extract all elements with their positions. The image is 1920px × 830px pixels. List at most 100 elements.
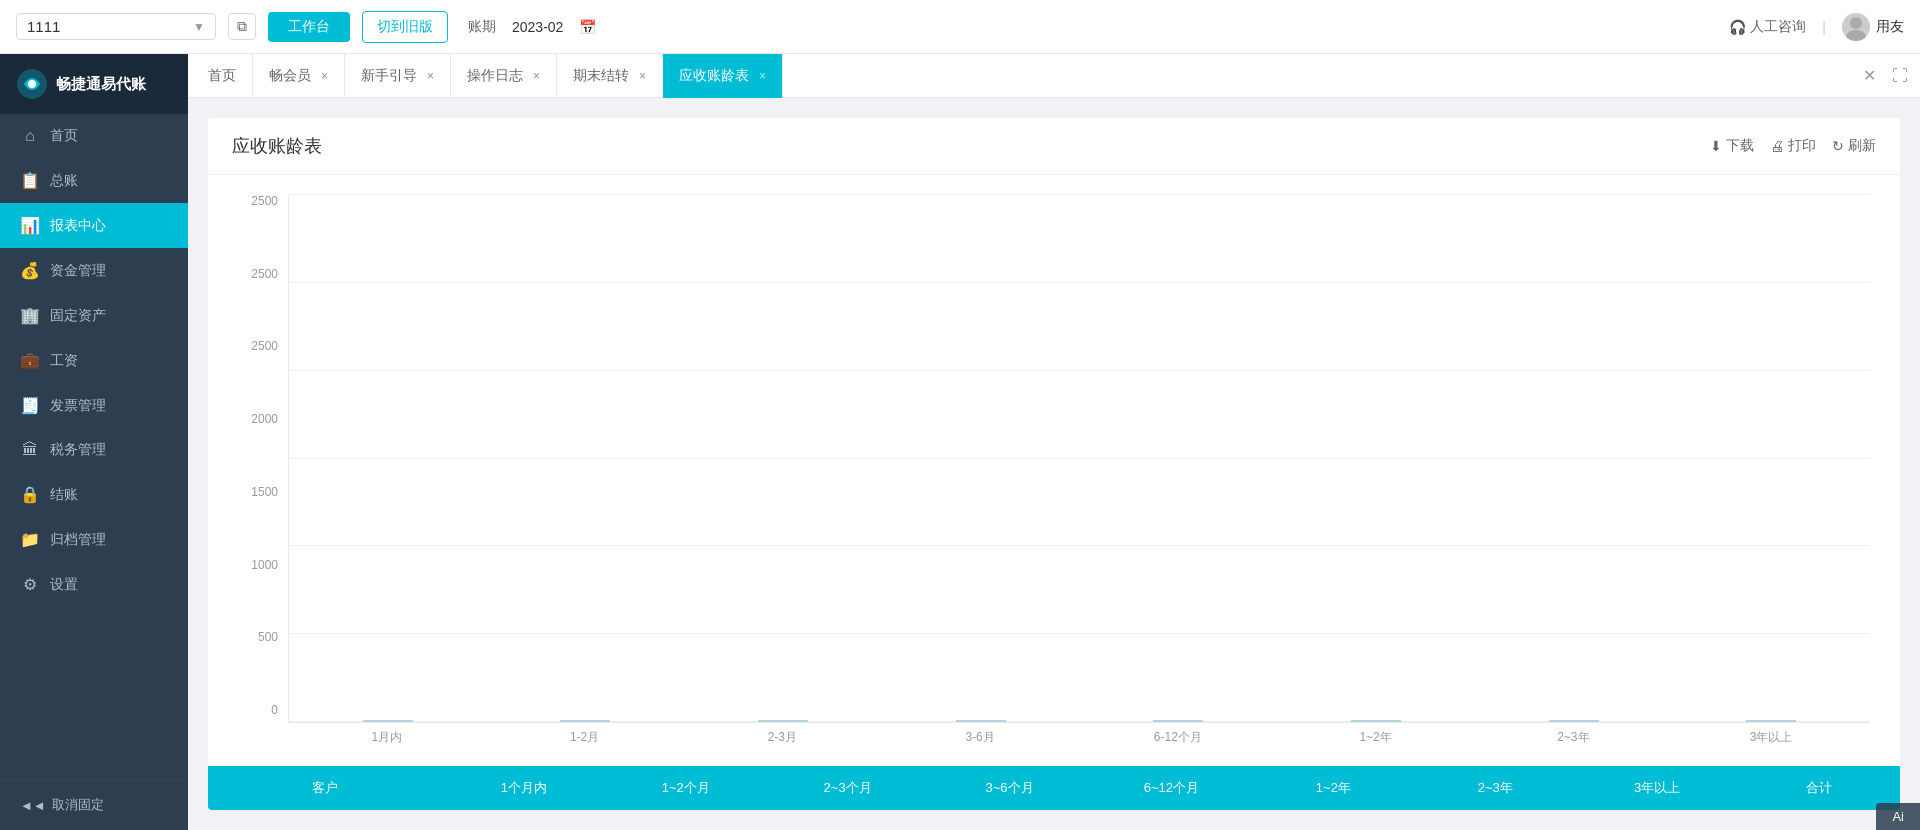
print-button[interactable]: 🖨 打印: [1770, 137, 1816, 155]
tab-close-icon[interactable]: ×: [427, 69, 434, 83]
refresh-button[interactable]: ↻ 刷新: [1832, 137, 1876, 155]
bar: [758, 720, 808, 722]
ledger-icon: 📋: [20, 171, 40, 190]
sidebar-item-funds[interactable]: 💰 资金管理: [0, 248, 188, 293]
main-content: 首页畅会员×新手引导×操作日志×期末结转×应收账龄表× ✕ ⛶ 应收账龄表 ⬇ …: [188, 54, 1920, 830]
download-button[interactable]: ⬇ 下载: [1710, 137, 1754, 155]
grid-line: [289, 282, 1870, 283]
tab-member[interactable]: 畅会员 ×: [253, 54, 345, 98]
sidebar-item-label: 税务管理: [50, 441, 106, 459]
company-selector[interactable]: 1111 ▼: [16, 13, 216, 40]
download-label: 下载: [1726, 137, 1754, 155]
y-label: 1500: [251, 486, 278, 498]
tab-close-icon[interactable]: ×: [533, 69, 540, 83]
user-info[interactable]: 用友: [1842, 13, 1904, 41]
bar: [363, 720, 413, 722]
sidebar-item-label: 首页: [50, 127, 78, 145]
bar: [560, 720, 610, 722]
sidebar-item-tax[interactable]: 🏛 税务管理: [0, 428, 188, 472]
maximize-icon[interactable]: ⛶: [1888, 63, 1912, 89]
bar-group: [1080, 720, 1278, 722]
period-label: 账期: [468, 18, 496, 36]
sidebar-item-archive[interactable]: 📁 归档管理: [0, 517, 188, 562]
x-label: 3年以上: [1672, 729, 1870, 746]
tab-label: 期末结转: [573, 67, 629, 85]
payroll-icon: 💼: [20, 351, 40, 370]
tab-label: 畅会员: [269, 67, 311, 85]
sidebar-item-assets[interactable]: 🏢 固定资产: [0, 293, 188, 338]
print-icon: 🖨: [1770, 138, 1784, 154]
cancel-fixed-icon: ◄◄: [20, 798, 46, 813]
grid-line: [289, 633, 1870, 634]
bar-group: [1277, 720, 1475, 722]
tab-home[interactable]: 首页: [188, 54, 253, 98]
tab-guide[interactable]: 新手引导 ×: [345, 54, 451, 98]
table-column-header: 2~3年: [1414, 779, 1576, 797]
sidebar-item-close[interactable]: 🔒 结账: [0, 472, 188, 517]
tabs-bar: 首页畅会员×新手引导×操作日志×期末结转×应收账龄表× ✕ ⛶: [188, 54, 1920, 98]
tab-label: 新手引导: [361, 67, 417, 85]
ai-badge: Ai: [1876, 803, 1920, 830]
sidebar-footer: ◄◄ 取消固定: [0, 779, 188, 830]
header-right: 🎧 人工咨询 | 用友: [1729, 13, 1904, 41]
bars-area: [288, 195, 1870, 723]
sidebar-item-invoice[interactable]: 🧾 发票管理: [0, 383, 188, 428]
logo-icon: [16, 68, 48, 100]
headset-icon: 🎧: [1729, 19, 1746, 35]
sidebar-item-payroll[interactable]: 💼 工资: [0, 338, 188, 383]
sidebar-item-settings[interactable]: ⚙ 设置: [0, 562, 188, 607]
workbench-button[interactable]: 工作台: [268, 12, 350, 42]
cancel-fixed-button[interactable]: ◄◄ 取消固定: [20, 790, 168, 820]
copy-button[interactable]: ⧉: [228, 13, 256, 40]
grid-line: [289, 458, 1870, 459]
table-column-header: 3~6个月: [929, 779, 1091, 797]
tab-close-icon[interactable]: ×: [321, 69, 328, 83]
x-label: 1月内: [288, 729, 486, 746]
bar: [1153, 720, 1203, 722]
bar: [1746, 720, 1796, 722]
bar: [1351, 720, 1401, 722]
tab-close-icon[interactable]: ×: [639, 69, 646, 83]
table-column-header: 3年以上: [1576, 779, 1738, 797]
sidebar-item-label: 结账: [50, 486, 78, 504]
switch-version-button[interactable]: 切到旧版: [362, 11, 448, 43]
tab-label: 首页: [208, 67, 236, 85]
chart-area: 2500250025002000150010005000 1月内1-2月2-3月…: [208, 175, 1900, 766]
y-label: 2000: [251, 413, 278, 425]
bar-group: [684, 720, 882, 722]
sidebar-item-home[interactable]: ⌂ 首页: [0, 114, 188, 158]
refresh-label: 刷新: [1848, 137, 1876, 155]
sidebar-item-reports[interactable]: 📊 报表中心: [0, 203, 188, 248]
tab-label: 应收账龄表: [679, 67, 749, 85]
sidebar-logo: 畅捷通易代账: [0, 54, 188, 114]
sidebar-item-ledger[interactable]: 📋 总账: [0, 158, 188, 203]
tab-close-icon[interactable]: ×: [759, 69, 766, 83]
consult-button[interactable]: 🎧 人工咨询: [1729, 18, 1806, 36]
y-axis: 2500250025002000150010005000: [238, 195, 288, 746]
tab-oplog[interactable]: 操作日志×: [451, 54, 557, 98]
calendar-icon[interactable]: 📅: [579, 19, 596, 35]
y-label: 0: [271, 704, 278, 716]
sidebar-item-label: 资金管理: [50, 262, 106, 280]
page-header: 应收账龄表 ⬇ 下载 🖨 打印 ↻ 刷新: [208, 118, 1900, 175]
tab-aging[interactable]: 应收账龄表 ×: [663, 54, 783, 98]
close-icon: 🔒: [20, 485, 40, 504]
sidebar-item-label: 发票管理: [50, 397, 106, 415]
cancel-fixed-label: 取消固定: [52, 796, 104, 814]
home-icon: ⌂: [20, 127, 40, 145]
svg-point-3: [28, 80, 36, 88]
print-label: 打印: [1788, 137, 1816, 155]
top-header: 1111 ▼ ⧉ 工作台 切到旧版 账期 2023-02 📅 🎧 人工咨询 | …: [0, 0, 1920, 54]
page-content: 应收账龄表 ⬇ 下载 🖨 打印 ↻ 刷新: [188, 98, 1920, 830]
x-label: 1~2年: [1277, 729, 1475, 746]
bar-group: [1475, 720, 1673, 722]
grid-line: [289, 370, 1870, 371]
x-label: 6-12个月: [1079, 729, 1277, 746]
refresh-icon: ↻: [1832, 138, 1844, 154]
x-label: 1-2月: [486, 729, 684, 746]
page-actions: ⬇ 下载 🖨 打印 ↻ 刷新: [1710, 137, 1876, 155]
period-value: 2023-02: [512, 19, 563, 35]
close-all-tabs-icon[interactable]: ✕: [1859, 62, 1880, 89]
tab-yearend[interactable]: 期末结转 ×: [557, 54, 663, 98]
sidebar-scroll: ⌂ 首页 📋 总账 📊 报表中心 💰 资金管理 🏢 固定资产 💼 工资 🧾 发票…: [0, 114, 188, 779]
